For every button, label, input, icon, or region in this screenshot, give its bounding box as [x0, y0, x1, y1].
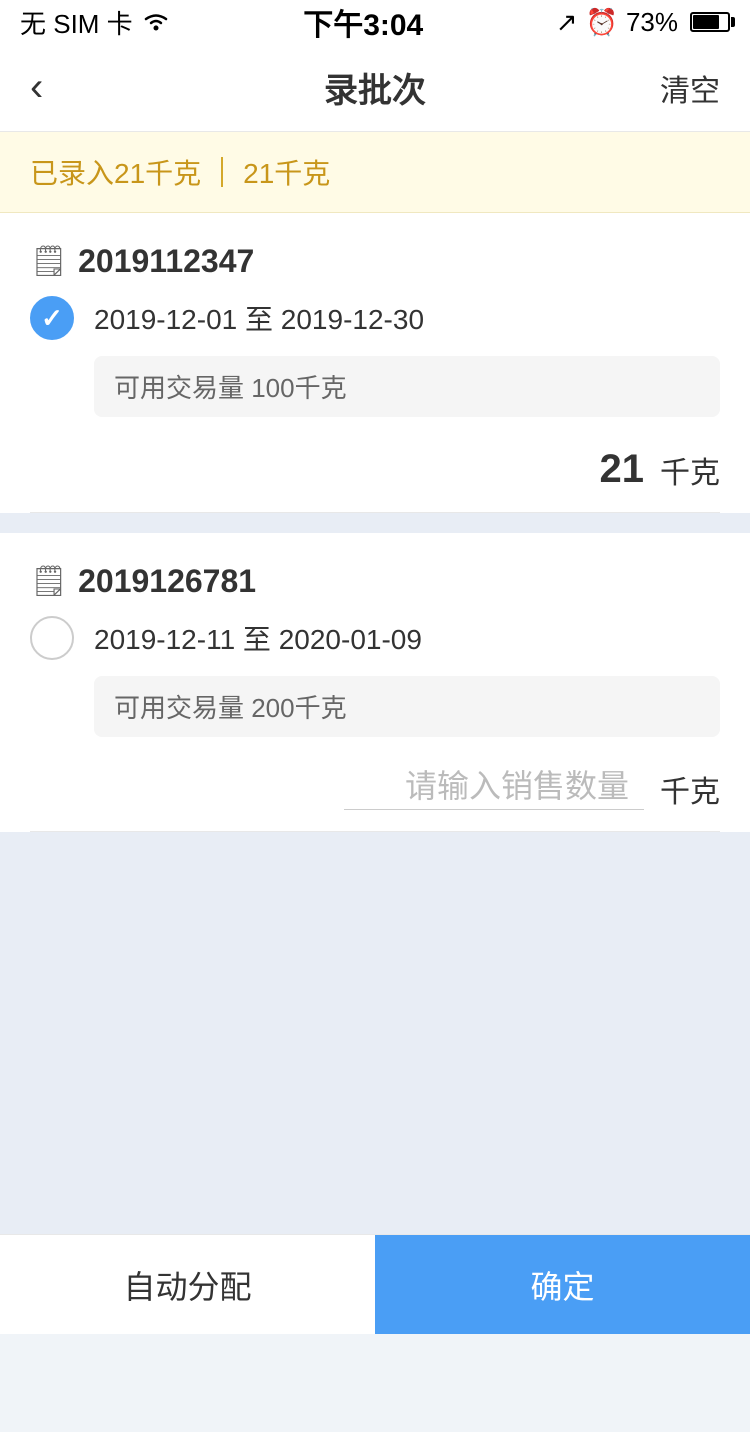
batch2-date-row[interactable]: 2019-12-11 至 2020-01-09: [30, 616, 720, 660]
batch2-id: 2019126781: [78, 563, 256, 600]
batch2-icon: 🗒: [30, 564, 68, 599]
batch1-avail: 可用交易量 100千克: [94, 356, 720, 417]
batch2-input-wrapper[interactable]: [344, 768, 644, 810]
clear-button[interactable]: 清空: [660, 66, 720, 110]
section-separator: [0, 513, 750, 533]
batch2-qty-input[interactable]: [344, 768, 644, 805]
wifi-icon: [141, 7, 171, 38]
batch1-header: 🗒 2019112347: [30, 243, 720, 280]
status-time: 下午3:04: [303, 0, 423, 44]
batch2-radio[interactable]: [30, 616, 74, 660]
batch2-header: 🗒 2019126781: [30, 563, 720, 600]
batch1-id: 2019112347: [78, 243, 254, 280]
batch1-date-row[interactable]: 2019-12-01 至 2019-12-30: [30, 296, 720, 340]
status-bar: 无 SIM 卡 下午3:04 ↗ ⏰ 73%: [0, 0, 750, 44]
batch-item-1: 🗒 2019112347 2019-12-01 至 2019-12-30 可用交…: [0, 213, 750, 513]
footer: 自动分配 确定: [0, 1234, 750, 1334]
batch2-input-row[interactable]: 千克: [30, 757, 720, 832]
batch1-qty-unit: 千克: [660, 448, 720, 492]
auto-distribute-button[interactable]: 自动分配: [0, 1235, 375, 1334]
recorded-weight: 已录入21千克: [30, 152, 201, 192]
sim-label: 无 SIM 卡: [20, 4, 133, 41]
info-divider: [221, 157, 223, 187]
page-title: 录批次: [324, 63, 426, 112]
battery-percent: 73%: [626, 7, 678, 38]
batch1-date: 2019-12-01 至 2019-12-30: [94, 298, 424, 338]
batch-item-2: 🗒 2019126781 2019-12-11 至 2020-01-09 可用交…: [0, 533, 750, 832]
batch2-date: 2019-12-11 至 2020-01-09: [94, 618, 422, 658]
batch1-radio[interactable]: [30, 296, 74, 340]
location-icon: ↗: [556, 7, 578, 38]
batch1-icon: 🗒: [30, 244, 68, 279]
back-button[interactable]: ‹: [30, 65, 90, 110]
confirm-button[interactable]: 确定: [375, 1235, 750, 1334]
clock-icon: ⏰: [586, 7, 618, 38]
info-banner: 已录入21千克 21千克: [0, 132, 750, 213]
batch1-qty-value: 21: [600, 447, 645, 492]
status-left: 无 SIM 卡: [20, 4, 171, 41]
battery-icon: [690, 12, 730, 32]
batch1-qty-row: 21 千克: [30, 437, 720, 513]
batch2-avail: 可用交易量 200千克: [94, 676, 720, 737]
status-right: ↗ ⏰ 73%: [556, 7, 730, 38]
batch2-qty-unit: 千克: [660, 767, 720, 811]
total-weight: 21千克: [243, 152, 330, 192]
nav-bar: ‹ 录批次 清空: [0, 44, 750, 132]
